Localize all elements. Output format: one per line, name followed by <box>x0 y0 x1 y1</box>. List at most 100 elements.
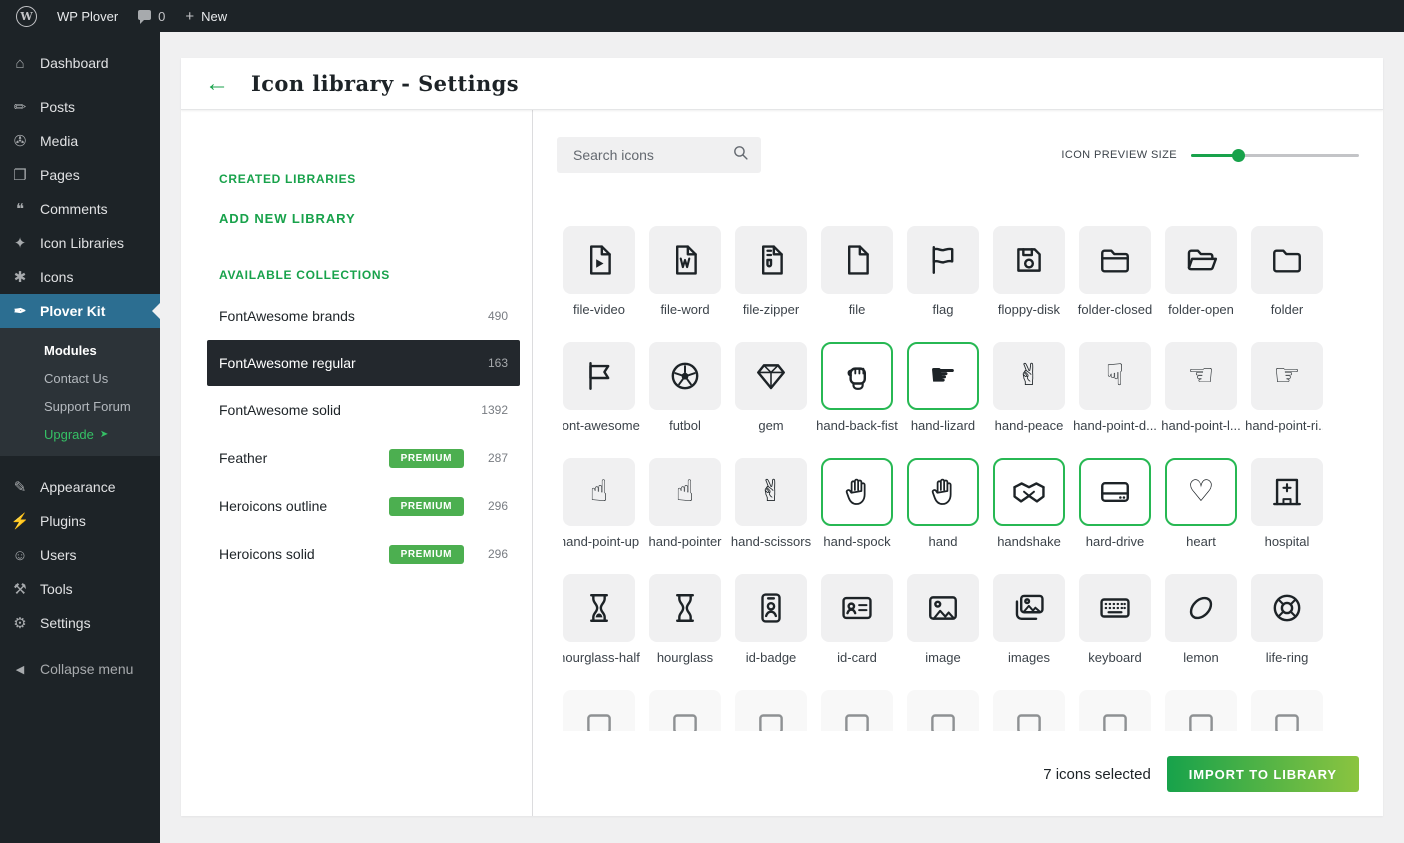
back-arrow-icon[interactable]: ← <box>205 72 229 96</box>
icon-label: file-video <box>573 302 625 317</box>
unknown-icon <box>1184 707 1218 731</box>
icon-cell-partial[interactable] <box>1251 690 1323 731</box>
icon-cell-hand-scissors[interactable]: ✌hand-scissors <box>735 458 807 574</box>
icon-cell-hard-drive[interactable]: hard-drive <box>1079 458 1151 574</box>
icon-cell-life-ring[interactable]: life-ring <box>1251 574 1323 690</box>
icon-label: hospital <box>1265 534 1310 549</box>
icon-cell-file-zipper[interactable]: file-zipper <box>735 226 807 342</box>
collection-fontawesome-regular[interactable]: FontAwesome regular163 <box>207 340 520 386</box>
preview-size-slider[interactable] <box>1191 148 1359 163</box>
icon-cell-folder[interactable]: folder <box>1251 226 1323 342</box>
icon-cell-partial[interactable] <box>1079 690 1151 731</box>
icon-cell-hand-back-fist[interactable]: hand-back-fist <box>821 342 893 458</box>
collection-heroicons-solid[interactable]: Heroicons solidPREMIUM296 <box>219 530 508 578</box>
icon-cell-gem[interactable]: gem <box>735 342 807 458</box>
wordpress-menu[interactable]: W <box>6 0 47 32</box>
icon-cell-hand-point-l[interactable]: ☜hand-point-l... <box>1165 342 1237 458</box>
icon-cell-partial[interactable] <box>993 690 1065 731</box>
sidebar-item-plover-kit[interactable]: ✒Plover Kit <box>0 294 160 328</box>
sidebar-item-settings[interactable]: ⚙Settings <box>0 606 160 640</box>
premium-badge: PREMIUM <box>389 545 464 564</box>
sidebar-item-tools[interactable]: ⚒Tools <box>0 572 160 606</box>
icon-cell-heart[interactable]: ♡heart <box>1165 458 1237 574</box>
icon-cell-partial[interactable] <box>563 690 635 731</box>
premium-badge: PREMIUM <box>389 497 464 516</box>
file-video-icon <box>582 243 616 277</box>
icon-cell-hospital[interactable]: hospital <box>1251 458 1323 574</box>
icon-cell-font-awesome[interactable]: font-awesome <box>563 342 635 458</box>
icon-cell-id-card[interactable]: id-card <box>821 574 893 690</box>
icon-cell-partial[interactable] <box>649 690 721 731</box>
collapse-menu-button[interactable]: ◀ Collapse menu <box>0 652 160 686</box>
collection-count: 163 <box>478 356 508 370</box>
comments-link[interactable]: 0 <box>128 0 175 32</box>
icon-box: ☟ <box>1079 342 1151 410</box>
icon-cell-flag[interactable]: flag <box>907 226 979 342</box>
new-content-button[interactable]: + New <box>175 0 237 32</box>
icon-cell-hand-pointer[interactable]: ☝hand-pointer <box>649 458 721 574</box>
icon-cell-lemon[interactable]: lemon <box>1165 574 1237 690</box>
icon-cell-image[interactable]: image <box>907 574 979 690</box>
icon-cell-partial[interactable] <box>821 690 893 731</box>
icon-cell-partial[interactable] <box>1165 690 1237 731</box>
icon-box <box>993 574 1065 642</box>
slider-thumb[interactable] <box>1232 149 1245 162</box>
icon-cell-hourglass[interactable]: hourglass <box>649 574 721 690</box>
submenu-item-contact-us[interactable]: Contact Us <box>0 364 160 392</box>
collection-fontawesome-solid[interactable]: FontAwesome solid1392 <box>219 386 508 434</box>
icon-cell-futbol[interactable]: futbol <box>649 342 721 458</box>
sidebar-item-pages[interactable]: ❐Pages <box>0 158 160 192</box>
icon-cell-folder-closed[interactable]: folder-closed <box>1079 226 1151 342</box>
collection-fontawesome-brands[interactable]: FontAwesome brands490 <box>219 292 508 340</box>
icon-cell-images[interactable]: images <box>993 574 1065 690</box>
import-to-library-button[interactable]: IMPORT TO LIBRARY <box>1167 756 1359 792</box>
sidebar-item-icon-libraries[interactable]: ✦Icon Libraries <box>0 226 160 260</box>
icon-cell-file-video[interactable]: file-video <box>563 226 635 342</box>
icon-cell-hand-point-ri[interactable]: ☞hand-point-ri... <box>1251 342 1323 458</box>
icon-box <box>821 342 893 410</box>
collection-name: FontAwesome solid <box>219 402 341 418</box>
collection-heroicons-outline[interactable]: Heroicons outlinePREMIUM296 <box>219 482 508 530</box>
sidebar-item-posts[interactable]: ✏Posts <box>0 90 160 124</box>
sidebar-item-icons[interactable]: ✱Icons <box>0 260 160 294</box>
created-libraries-heading: CREATED LIBRARIES <box>219 172 508 186</box>
icon-cell-hand-point-d[interactable]: ☟hand-point-d... <box>1079 342 1151 458</box>
settings-icon: ⚙ <box>10 614 30 632</box>
search-input[interactable] <box>571 146 732 164</box>
icon-cell-hourglass-half[interactable]: hourglass-half <box>563 574 635 690</box>
icon-box: ☜ <box>1165 342 1237 410</box>
icon-cell-file-word[interactable]: file-word <box>649 226 721 342</box>
icon-cell-handshake[interactable]: handshake <box>993 458 1065 574</box>
icon-cell-hand-peace[interactable]: ✌hand-peace <box>993 342 1065 458</box>
media-icon: ✇ <box>10 132 30 150</box>
site-name-link[interactable]: WP Plover <box>47 0 128 32</box>
sidebar-item-plugins[interactable]: ⚡Plugins <box>0 504 160 538</box>
plus-icon: + <box>185 9 194 24</box>
collection-feather[interactable]: FeatherPREMIUM287 <box>219 434 508 482</box>
selected-count-text: 7 icons selected <box>1043 766 1151 783</box>
icon-cell-file[interactable]: file <box>821 226 893 342</box>
icon-cell-keyboard[interactable]: keyboard <box>1079 574 1151 690</box>
icon-cell-floppy-disk[interactable]: floppy-disk <box>993 226 1065 342</box>
submenu-item-support-forum[interactable]: Support Forum <box>0 392 160 420</box>
sidebar-item-media[interactable]: ✇Media <box>0 124 160 158</box>
icon-cell-hand[interactable]: hand <box>907 458 979 574</box>
futbol-icon <box>668 359 702 393</box>
add-new-library-button[interactable]: ADD NEW LIBRARY <box>219 211 508 226</box>
icon-box <box>907 690 979 731</box>
icon-cell-hand-lizard[interactable]: ☛hand-lizard <box>907 342 979 458</box>
submenu-item-upgrade[interactable]: Upgrade ➤ <box>0 420 160 448</box>
icon-cell-id-badge[interactable]: id-badge <box>735 574 807 690</box>
sidebar-item-users[interactable]: ☺Users <box>0 538 160 572</box>
icon-label: floppy-disk <box>998 302 1060 317</box>
icon-cell-partial[interactable] <box>735 690 807 731</box>
icon-cell-folder-open[interactable]: folder-open <box>1165 226 1237 342</box>
submenu-item-modules[interactable]: Modules <box>0 336 160 364</box>
icon-cell-hand-spock[interactable]: hand-spock <box>821 458 893 574</box>
sidebar-item-appearance[interactable]: ✎Appearance <box>0 470 160 504</box>
icon-cell-hand-point-up[interactable]: ☝hand-point-up <box>563 458 635 574</box>
icon-cell-partial[interactable] <box>907 690 979 731</box>
sidebar-item-comments[interactable]: ❝Comments <box>0 192 160 226</box>
sidebar-item-dashboard[interactable]: ⌂Dashboard <box>0 46 160 80</box>
admin-sidebar: ⌂Dashboard ✏Posts✇Media❐Pages❝Comments✦Ic… <box>0 32 160 843</box>
